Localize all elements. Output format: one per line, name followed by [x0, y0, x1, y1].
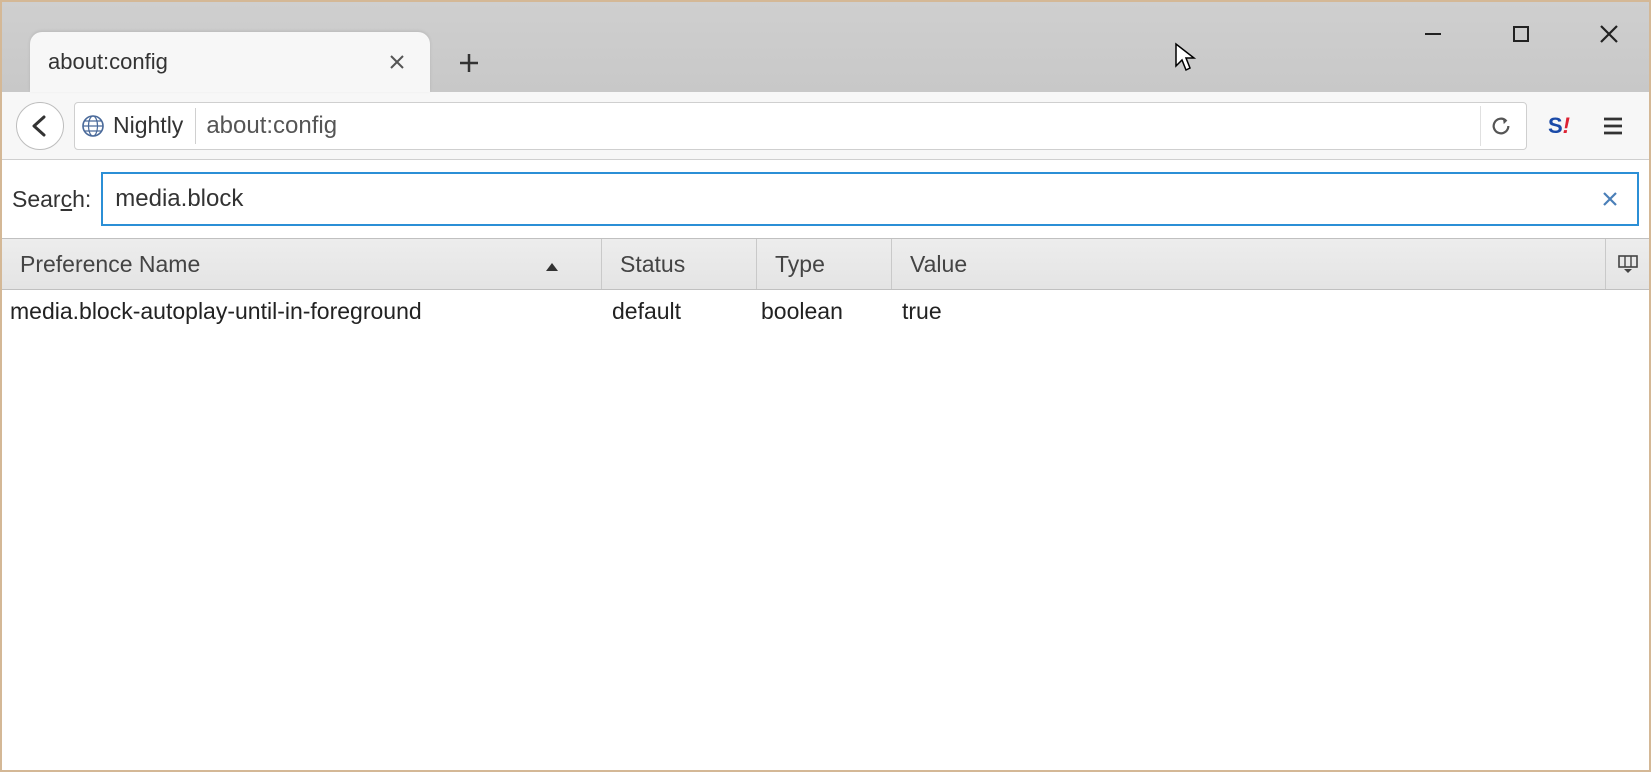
mouse-cursor-icon: [1174, 42, 1198, 74]
pref-type: boolean: [757, 298, 892, 325]
minimize-button[interactable]: [1413, 14, 1453, 54]
column-header-type-label: Type: [775, 251, 825, 278]
back-button[interactable]: [16, 102, 64, 150]
identity-label: Nightly: [113, 112, 183, 139]
tab-title: about:config: [48, 49, 382, 75]
column-header-status[interactable]: Status: [602, 239, 757, 289]
column-header-name-label: Preference Name: [20, 251, 200, 278]
column-header-status-label: Status: [620, 251, 685, 278]
column-header-type[interactable]: Type: [757, 239, 892, 289]
about-config-content: Search: Preference Name Status Type: [2, 160, 1649, 770]
column-header-value-label: Value: [910, 251, 967, 278]
hamburger-menu-button[interactable]: [1591, 104, 1635, 148]
navigation-toolbar: Nightly about:config S!: [2, 92, 1649, 160]
identity-box[interactable]: Nightly: [81, 108, 196, 144]
window-controls: [1413, 14, 1629, 54]
search-row: Search:: [2, 160, 1649, 238]
sort-ascending-icon: [545, 251, 559, 278]
search-box: [101, 172, 1639, 226]
search-label-accesskey: c: [61, 186, 73, 212]
table-header: Preference Name Status Type Value: [2, 238, 1649, 290]
url-text[interactable]: about:config: [206, 112, 1470, 140]
search-label-post: h:: [72, 186, 91, 212]
clear-search-button[interactable]: [1595, 184, 1625, 214]
close-window-button[interactable]: [1589, 14, 1629, 54]
pref-name: media.block-autoplay-until-in-foreground: [2, 298, 602, 325]
table-body: media.block-autoplay-until-in-foreground…: [2, 290, 1649, 770]
extension-icon: S!: [1548, 113, 1570, 139]
search-label: Search:: [12, 186, 91, 213]
reload-button[interactable]: [1480, 106, 1520, 146]
titlebar: about:config: [2, 2, 1649, 92]
search-input[interactable]: [115, 185, 1595, 213]
url-bar[interactable]: Nightly about:config: [74, 102, 1527, 150]
column-picker-button[interactable]: [1605, 239, 1649, 289]
pref-status: default: [602, 298, 757, 325]
search-label-pre: Sear: [12, 186, 61, 212]
globe-icon: [81, 114, 105, 138]
column-header-name[interactable]: Preference Name: [2, 239, 602, 289]
pref-value: true: [892, 298, 1649, 325]
close-tab-icon[interactable]: [382, 47, 412, 77]
pref-row[interactable]: media.block-autoplay-until-in-foreground…: [2, 290, 1649, 333]
maximize-button[interactable]: [1501, 14, 1541, 54]
browser-tab[interactable]: about:config: [30, 32, 430, 92]
column-header-value[interactable]: Value: [892, 239, 1605, 289]
extension-button[interactable]: S!: [1537, 104, 1581, 148]
new-tab-button[interactable]: [444, 38, 494, 88]
